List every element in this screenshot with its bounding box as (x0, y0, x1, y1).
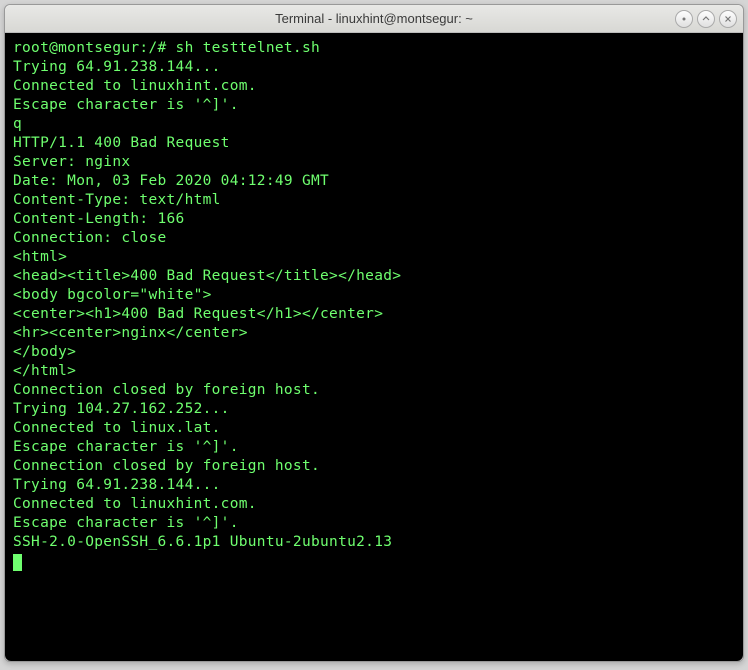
minimize-button[interactable] (675, 10, 693, 28)
output-line: <center><h1>400 Bad Request</h1></center… (13, 305, 735, 324)
output-line: Escape character is '^]'. (13, 514, 735, 533)
close-button[interactable] (719, 10, 737, 28)
window-title: Terminal - linuxhint@montsegur: ~ (11, 11, 737, 26)
output-line: Trying 104.27.162.252... (13, 400, 735, 419)
output-line: </body> (13, 343, 735, 362)
cursor-line (13, 552, 735, 571)
titlebar[interactable]: Terminal - linuxhint@montsegur: ~ (5, 5, 743, 33)
terminal-window: Terminal - linuxhint@montsegur: ~ root@m… (4, 4, 744, 662)
command-text: sh testtelnet.sh (176, 40, 320, 56)
terminal-content[interactable]: root@montsegur:/# sh testtelnet.sh Tryin… (5, 33, 743, 661)
output-line: Connection: close (13, 229, 735, 248)
output-line: Server: nginx (13, 153, 735, 172)
output-line: Connected to linux.lat. (13, 419, 735, 438)
output-line: <html> (13, 248, 735, 267)
output-line: Connection closed by foreign host. (13, 381, 735, 400)
output-line: Escape character is '^]'. (13, 438, 735, 457)
output-line: <hr><center>nginx</center> (13, 324, 735, 343)
chevron-up-icon (702, 15, 710, 23)
output-line: <body bgcolor="white"> (13, 286, 735, 305)
output-line: <head><title>400 Bad Request</title></he… (13, 267, 735, 286)
shell-prompt: root@montsegur:/# (13, 40, 176, 56)
terminal-cursor (13, 554, 22, 571)
maximize-button[interactable] (697, 10, 715, 28)
output-line: Date: Mon, 03 Feb 2020 04:12:49 GMT (13, 172, 735, 191)
close-icon (724, 15, 732, 23)
output-line: Content-Length: 166 (13, 210, 735, 229)
output-line: </html> (13, 362, 735, 381)
prompt-line: root@montsegur:/# sh testtelnet.sh (13, 39, 735, 58)
output-line: Connection closed by foreign host. (13, 457, 735, 476)
output-line: Trying 64.91.238.144... (13, 58, 735, 77)
window-controls (675, 10, 737, 28)
output-line: Trying 64.91.238.144... (13, 476, 735, 495)
output-line: q (13, 115, 735, 134)
output-line: Connected to linuxhint.com. (13, 495, 735, 514)
output-line: Connected to linuxhint.com. (13, 77, 735, 96)
minimize-icon (680, 15, 688, 23)
output-line: Escape character is '^]'. (13, 96, 735, 115)
output-line: HTTP/1.1 400 Bad Request (13, 134, 735, 153)
output-line: SSH-2.0-OpenSSH_6.6.1p1 Ubuntu-2ubuntu2.… (13, 533, 735, 552)
output-line: Content-Type: text/html (13, 191, 735, 210)
